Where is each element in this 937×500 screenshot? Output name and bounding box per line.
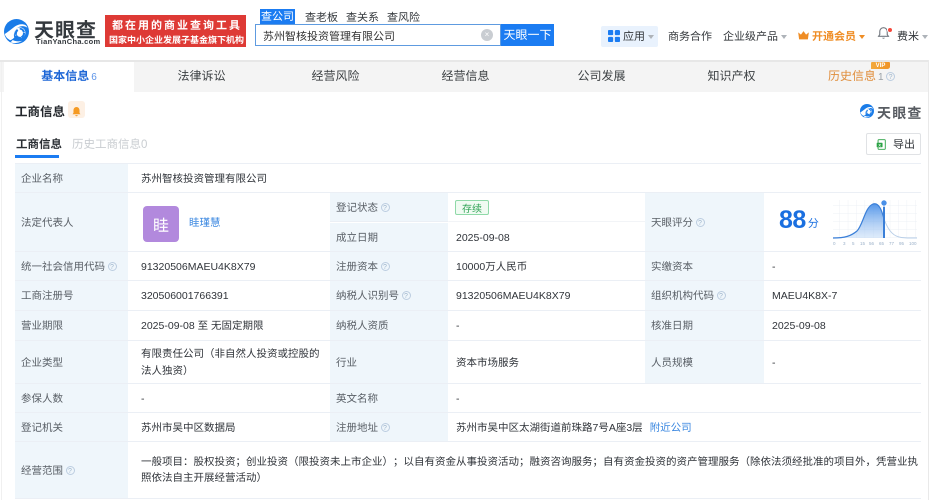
svg-text:95: 95 [899,241,905,246]
svg-text:56: 56 [869,241,875,246]
svg-text:77: 77 [889,241,895,246]
svg-text:5: 5 [852,241,855,246]
svg-text:65: 65 [879,241,885,246]
svg-text:3: 3 [843,241,846,246]
svg-text:100: 100 [909,241,917,246]
svg-text:15: 15 [860,241,866,246]
svg-text:0: 0 [833,241,836,246]
